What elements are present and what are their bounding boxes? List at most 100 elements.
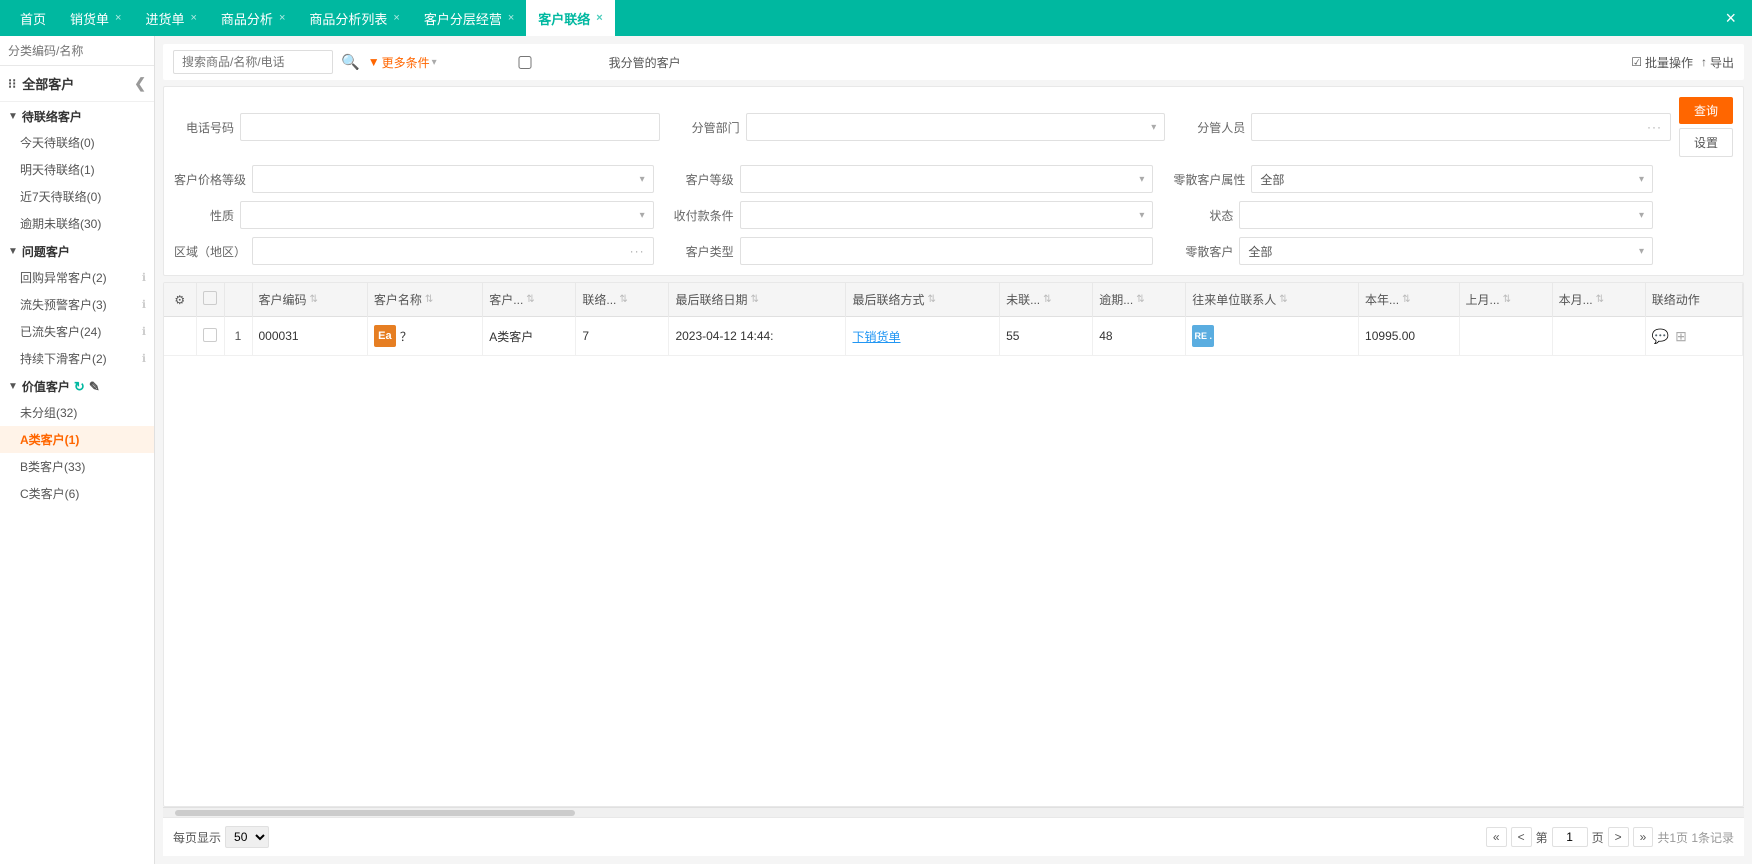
refresh-icon[interactable]: ↻ [74,379,85,395]
col-overdue[interactable]: 逾期... ⇅ [1093,283,1186,317]
sidebar-section-value-label: 价值客户 [22,378,70,395]
row-last-date-value: 2023-04-12 14:44: [675,329,773,343]
retail-customer-arrow-icon: ▾ [1639,246,1644,257]
row-unit-contact: RE . [1186,317,1359,356]
nav-customer-contact-close[interactable]: × [596,12,602,24]
close-all-tabs[interactable]: × [1717,8,1744,29]
dept-select[interactable]: ▾ [746,113,1166,141]
region-select[interactable]: ··· [252,237,654,265]
nav-sales-close[interactable]: × [115,12,121,24]
nav-product-list-close[interactable]: × [393,12,399,24]
sidebar-item-churned[interactable]: 已流失客户(24) ℹ [0,318,154,345]
sidebar-all-customers[interactable]: ⁝⁝ 全部客户 ❮ [0,66,154,102]
edit-icon[interactable]: ✎ [89,379,100,395]
customer-level-select[interactable]: ▾ [740,165,1154,193]
retail-attr-select[interactable]: 全部 ▾ [1251,165,1653,193]
sidebar-item-repurchase-anomaly[interactable]: 回购异常客户(2) ℹ [0,264,154,291]
nav-product-analysis-close[interactable]: × [279,12,285,24]
col-customer-type-label: 客户... [489,291,523,308]
unit-contact-tag: RE . [1192,325,1214,347]
sort-icon-unit-contact: ⇅ [1279,294,1287,305]
my-customers-filter[interactable]: 我分管的客户 [445,54,681,71]
col-unit-contact[interactable]: 往来单位联系人 ⇅ [1186,283,1359,317]
my-customers-checkbox[interactable] [445,56,605,69]
col-contact[interactable]: 联络... ⇅ [576,283,669,317]
more-conditions-btn[interactable]: ▼ 更多条件 ▾ [368,54,437,71]
nav-product-analysis[interactable]: 商品分析 × [209,0,297,36]
nav-purchase[interactable]: 进货单 × [133,0,208,36]
col-no-contact[interactable]: 未联... ⇅ [1000,283,1093,317]
col-settings[interactable]: ⚙ [164,283,196,317]
col-last-month[interactable]: 上月... ⇅ [1459,283,1552,317]
col-this-year-label: 本年... [1365,291,1399,308]
filter-cell-dept: 分管部门 ▾ [680,113,1166,141]
settings-icon[interactable]: ⚙ [174,293,185,307]
col-last-method[interactable]: 最后联络方式 ⇅ [846,283,1000,317]
query-button[interactable]: 查询 [1679,97,1733,124]
sidebar-c-class-label: C类客户(6) [20,485,79,502]
col-this-month[interactable]: 本月... ⇅ [1552,283,1645,317]
next-page-btn[interactable]: > [1608,827,1629,847]
header-checkbox[interactable] [203,291,217,305]
nav-sales[interactable]: 销货单 × [58,0,133,36]
sidebar-item-a-class[interactable]: A类客户(1) [0,426,154,453]
sidebar: 🔍 ⁝⁝ 全部客户 ❮ ▼ 待联络客户 今天待联络(0) 明天待联络(1) 近7… [0,36,155,864]
per-page-select[interactable]: 50 [225,826,269,848]
sidebar-item-declining[interactable]: 持续下滑客户(2) ℹ [0,345,154,372]
price-level-select[interactable]: ▾ [252,165,654,193]
col-name[interactable]: 客户名称 ⇅ [367,283,482,317]
content-area: 🔍 ▼ 更多条件 ▾ 我分管的客户 ☑ 批量操作 ↑ 导出 [155,36,1752,864]
sidebar-search-input[interactable] [8,44,155,58]
nav-customer-tier-close[interactable]: × [508,12,514,24]
nav-customer-contact[interactable]: 客户联络 × [526,0,614,36]
page-input[interactable] [1552,827,1588,847]
person-select[interactable]: ··· [1251,113,1671,141]
retail-customer-select[interactable]: 全部 ▾ [1239,237,1653,265]
sidebar-item-b-class[interactable]: B类客户(33) [0,453,154,480]
payment-select[interactable]: ▾ [740,201,1154,229]
col-this-year[interactable]: 本年... ⇅ [1359,283,1460,317]
row-checkbox[interactable] [203,328,217,342]
sort-icon-no-contact: ⇅ [1043,294,1051,305]
nav-product-analysis-label: 商品分析 [221,9,273,28]
filter-icon: ▼ [368,55,380,69]
row-last-method-value[interactable]: 下销货单 [852,330,900,344]
col-customer-type[interactable]: 客户... ⇅ [483,283,576,317]
row-customer-type: A类客户 [483,317,576,356]
sidebar-item-7days[interactable]: 近7天待联络(0) [0,183,154,210]
nav-home[interactable]: 首页 [8,0,58,36]
horizontal-scrollbar[interactable] [163,807,1744,817]
sidebar-item-today[interactable]: 今天待联络(0) [0,129,154,156]
col-code[interactable]: 客户编码 ⇅ [252,283,367,317]
scrollbar-thumb[interactable] [175,810,575,816]
batch-ops-btn[interactable]: ☑ 批量操作 [1631,54,1693,71]
sidebar-item-c-class[interactable]: C类客户(6) [0,480,154,507]
search-input[interactable] [173,50,333,74]
status-select[interactable]: ▾ [1239,201,1653,229]
grid-action-icon[interactable]: ⊞ [1675,328,1687,345]
customer-type-select[interactable] [740,237,1154,265]
prev-page-btn[interactable]: < [1511,827,1532,847]
filter-search-icon[interactable]: 🔍 [341,53,360,71]
sidebar-item-tomorrow[interactable]: 明天待联络(1) [0,156,154,183]
chat-icon[interactable]: 💬 [1652,328,1669,345]
first-page-btn[interactable]: « [1486,827,1507,847]
info-icon-2: ℹ [142,298,146,311]
nav-purchase-close[interactable]: × [190,12,196,24]
row-last-month [1459,317,1552,356]
payment-arrow-icon: ▾ [1139,210,1144,221]
sidebar-item-overdue[interactable]: 逾期未联络(30) [0,210,154,237]
row-name: Ea ？ [367,317,482,356]
nav-customer-tier[interactable]: 客户分层经营 × [412,0,526,36]
sidebar-item-churn-warning[interactable]: 流失预警客户(3) ℹ [0,291,154,318]
nav-product-list[interactable]: 商品分析列表 × [297,0,411,36]
row-code: 000031 [252,317,367,356]
settings-button[interactable]: 设置 [1679,128,1733,157]
phone-input[interactable] [240,113,660,141]
sidebar-item-unclassified[interactable]: 未分组(32) [0,399,154,426]
last-page-btn[interactable]: » [1633,827,1654,847]
nature-select[interactable]: ▾ [240,201,654,229]
sidebar-collapse-btn[interactable]: ❮ [134,75,146,92]
export-btn[interactable]: ↑ 导出 [1701,54,1734,71]
col-last-date[interactable]: 最后联络日期 ⇅ [669,283,846,317]
